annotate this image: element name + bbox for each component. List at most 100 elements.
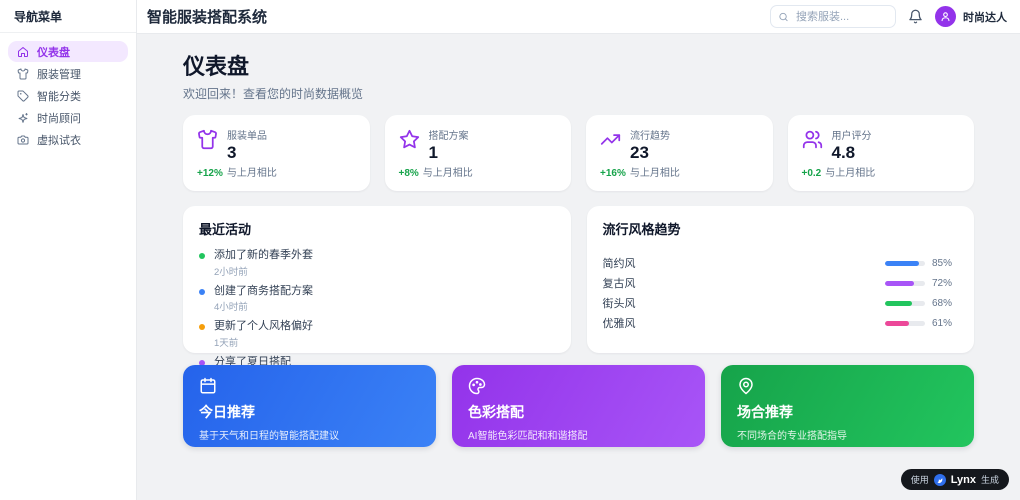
list-item[interactable]: 添加了新的春季外套 2小时前 (199, 249, 555, 278)
panel-title: 最近活动 (199, 222, 252, 238)
map-pin-icon (737, 377, 958, 395)
action-title: 色彩搭配 (468, 404, 524, 421)
lynx-generated-badge[interactable]: 使用 Lynx 生成 (900, 469, 1009, 490)
trend-label: 街头风 (602, 298, 636, 311)
stat-label: 流行趋势 (630, 131, 670, 143)
sparkles-icon (17, 112, 29, 124)
user-chip[interactable]: 时尚达人 (935, 6, 1007, 27)
activity-dot (199, 288, 205, 295)
sidebar-nav: 仪表盘 服装管理 智能分类 时尚顾问 虚拟试衣 (0, 33, 136, 159)
progress-bar-fill (885, 280, 914, 286)
stat-card-trends[interactable]: 流行趋势 23 +16% 与上月相比 (586, 115, 773, 192)
stat-delta: +12% (197, 168, 223, 180)
stat-value: 23 (630, 143, 649, 163)
activity-time: 1天前 (214, 338, 239, 350)
activity-dot (199, 324, 205, 331)
trend-row: 优雅风 61% (603, 313, 959, 333)
stats-row: 服装单品 3 +12% 与上月相比 搭配方案 1 +8% 与上月相比 流行趋势 … (183, 115, 974, 192)
stat-value: 4.8 (831, 143, 856, 163)
top-header: 智能服装搭配系统 时尚达人 (137, 0, 1020, 34)
progress-bar (885, 320, 925, 326)
search-icon (778, 11, 789, 22)
stat-comparison: +0.2 与上月相比 (801, 168, 876, 180)
user-name: 时尚达人 (963, 11, 1007, 24)
sidebar-item-label: 虚拟试衣 (37, 134, 81, 147)
header-actions: 时尚达人 (770, 5, 1007, 28)
stat-value: 1 (428, 143, 438, 163)
activity-time: 4小时前 (214, 302, 248, 314)
action-title: 今日推荐 (199, 404, 255, 421)
progress-bar (885, 300, 925, 306)
stat-comparison: +8% 与上月相比 (398, 168, 473, 180)
trend-percent: 68% (932, 297, 953, 309)
stat-label: 搭配方案 (428, 131, 469, 143)
trend-percent: 85% (932, 257, 953, 269)
trend-row: 复古风 72% (603, 273, 959, 293)
activity-text: 添加了新的春季外套 (214, 249, 313, 262)
progress-bar-fill (885, 260, 919, 266)
trend-percent: 72% (932, 277, 953, 289)
search-box (770, 5, 896, 28)
list-item[interactable]: 更新了个人风格偏好 1天前 (199, 320, 555, 349)
stat-label: 用户评分 (831, 131, 872, 143)
sidebar-item-dashboard[interactable]: 仪表盘 (8, 41, 128, 62)
tag-icon (17, 90, 29, 102)
panel-title: 流行风格趋势 (602, 222, 681, 238)
progress-bar (885, 260, 925, 266)
main-content: 仪表盘 欢迎回来！查看您的时尚数据概览 服装单品 3 +12% 与上月相比 搭配… (137, 34, 1020, 500)
panels-row: 最近活动 添加了新的春季外套 2小时前 创建了商务搭配方案 4小时前 更新了个人… (183, 206, 974, 385)
sidebar-item-fashion-advisor[interactable]: 时尚顾问 (8, 107, 128, 128)
sidebar-item-virtual-fitting[interactable]: 虚拟试衣 (8, 129, 128, 150)
stat-card-user-rating[interactable]: 用户评分 4.8 +0.2 与上月相比 (787, 115, 974, 192)
stat-delta: +8% (398, 168, 419, 180)
sidebar-item-clothing-management[interactable]: 服装管理 (8, 63, 128, 84)
stat-comparison: +12% 与上月相比 (197, 168, 277, 180)
list-item[interactable]: 创建了商务搭配方案 4小时前 (199, 284, 555, 314)
trend-percent: 61% (932, 317, 953, 329)
page-title: 仪表盘 (183, 54, 250, 79)
avatar (935, 6, 956, 27)
badge-suffix: 生成 (980, 475, 999, 485)
sidebar-item-label: 服装管理 (37, 68, 81, 81)
trend-label: 优雅风 (602, 318, 636, 331)
palette-icon (468, 377, 689, 395)
sidebar: 导航菜单 仪表盘 服装管理 智能分类 时尚顾问 虚拟试衣 (0, 0, 137, 500)
badge-prefix: 使用 (910, 475, 929, 485)
trending-up-icon (600, 129, 621, 150)
sidebar-item-label: 时尚顾问 (37, 112, 81, 125)
sidebar-title: 导航菜单 (0, 0, 136, 33)
sidebar-item-label: 智能分类 (37, 90, 81, 103)
stat-card-outfit-plans[interactable]: 搭配方案 1 +8% 与上月相比 (384, 115, 571, 192)
trend-label: 复古风 (602, 278, 636, 291)
users-icon (802, 129, 823, 150)
action-desc: 基于天气和日程的智能搭配建议 (199, 431, 339, 443)
activity-dot (199, 253, 205, 260)
progress-bar (885, 280, 925, 286)
trend-list: 简约风 85% 复古风 72% 街头风 68% 优雅风 61% (603, 253, 959, 333)
trend-label: 简约风 (602, 258, 636, 271)
activity-text: 创建了商务搭配方案 (214, 284, 313, 297)
trend-row: 街头风 68% (603, 293, 959, 313)
shirt-icon (17, 68, 29, 80)
trend-row: 简约风 85% (603, 253, 959, 273)
shirt-icon (197, 129, 218, 150)
action-card-color-matching[interactable]: 色彩搭配 AI智能色彩匹配和和谐搭配 (452, 365, 705, 448)
progress-bar-fill (885, 300, 913, 306)
action-title: 场合推荐 (737, 404, 793, 421)
star-icon (399, 129, 420, 150)
action-desc: AI智能色彩匹配和和谐搭配 (468, 431, 588, 443)
home-icon (17, 46, 29, 58)
page-subtitle: 欢迎回来！查看您的时尚数据概览 (183, 87, 364, 102)
recent-activity-panel: 最近活动 添加了新的春季外套 2小时前 创建了商务搭配方案 4小时前 更新了个人… (183, 206, 571, 385)
sidebar-item-label: 仪表盘 (37, 46, 70, 59)
stat-card-clothing-items[interactable]: 服装单品 3 +12% 与上月相比 (183, 115, 370, 192)
action-desc: 不同场合的专业搭配指导 (737, 431, 847, 443)
bell-icon[interactable] (908, 9, 923, 24)
sidebar-item-smart-classification[interactable]: 智能分类 (8, 85, 128, 106)
app-title: 智能服装搭配系统 (147, 9, 268, 26)
action-card-daily-recommendation[interactable]: 今日推荐 基于天气和日程的智能搭配建议 (183, 365, 436, 448)
lynx-logo-icon (933, 473, 946, 486)
activity-time: 2小时前 (214, 266, 248, 278)
action-card-occasion-recommendation[interactable]: 场合推荐 不同场合的专业搭配指导 (721, 365, 974, 448)
stat-delta: +16% (600, 168, 626, 180)
